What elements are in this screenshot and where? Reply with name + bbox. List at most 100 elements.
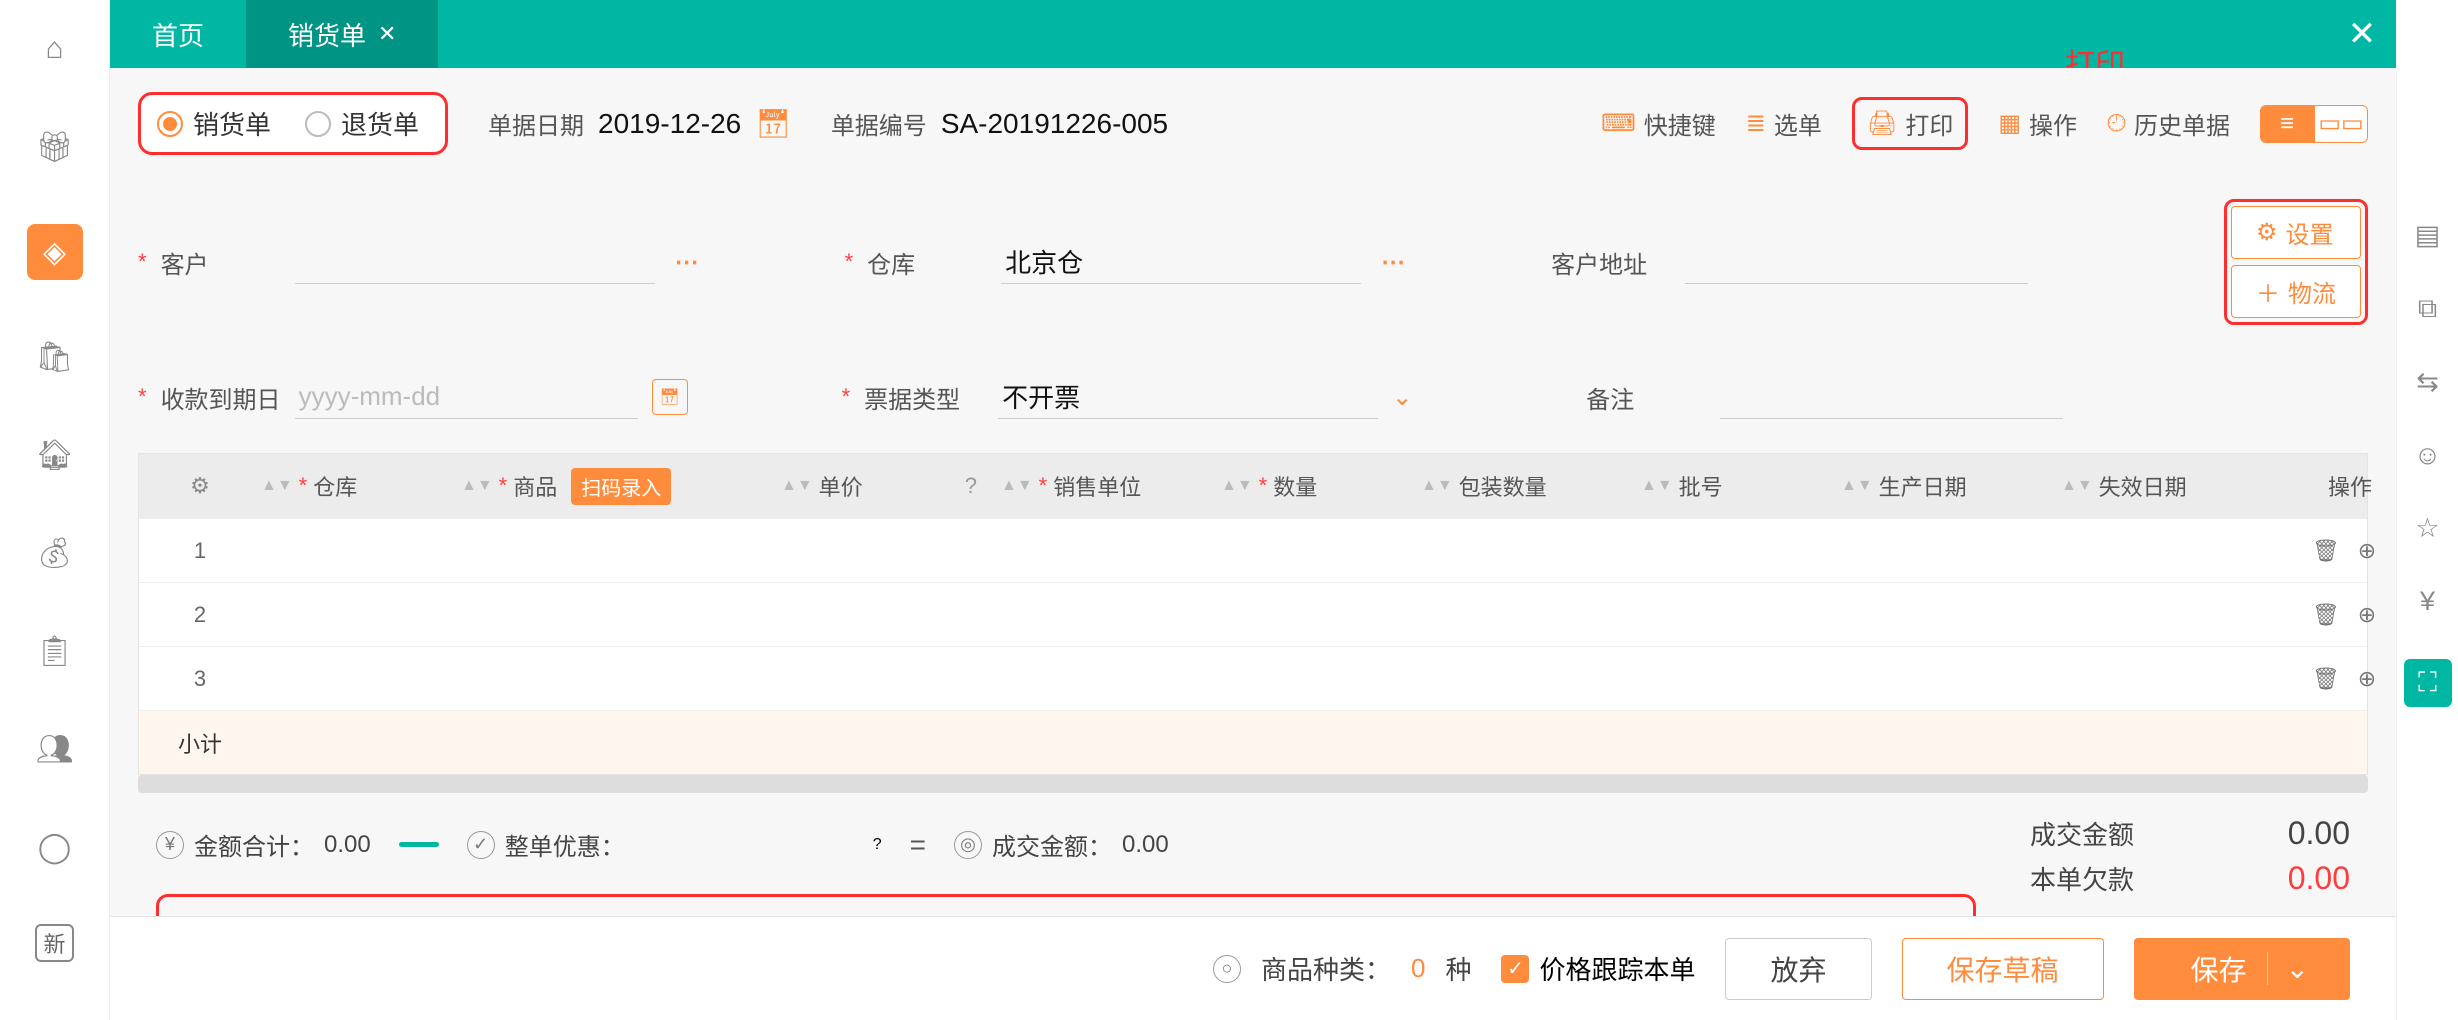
warehouse-lookup-icon[interactable]: ⋯	[1375, 248, 1407, 277]
trash-icon[interactable]: 🗑︎	[2312, 602, 2340, 628]
col-price[interactable]: ▲▼单价?	[769, 470, 989, 502]
invoice-field: * 票据类型 ⌄	[842, 375, 1413, 419]
price-track-checkbox[interactable]: ✓价格跟踪本单	[1501, 950, 1695, 987]
doc-date-label: 单据日期	[488, 106, 584, 141]
view-list-button[interactable]: ≡	[2260, 105, 2314, 143]
gift-icon[interactable]: 🎁︎	[34, 126, 76, 168]
logistics-button[interactable]: ＋物流	[2231, 265, 2361, 318]
table-row[interactable]: 1🗑︎⊕	[139, 518, 2367, 582]
print-button[interactable]: 🖨︎打印	[1852, 97, 1968, 150]
tab-current[interactable]: 销货单 ✕	[246, 0, 438, 68]
kinds-stat: ○ 商品种类： 0 种	[1213, 950, 1472, 987]
remark-input[interactable]	[1720, 375, 2063, 419]
tab-current-label: 销货单	[288, 16, 366, 53]
radio-sale[interactable]: 销货单	[157, 105, 271, 142]
invoice-select[interactable]	[998, 375, 1378, 419]
calendar-icon[interactable]: 📅︎	[755, 107, 791, 140]
home-icon[interactable]: ⌂	[34, 28, 76, 70]
doc-type-toggle: 销货单 退货单	[138, 92, 448, 155]
subtotal-row: 小计	[139, 710, 2367, 774]
help-icon[interactable]: ?	[873, 836, 882, 854]
checkbox-icon: ✓	[1501, 955, 1529, 983]
history-button[interactable]: 🕘︎历史单据	[2107, 106, 2230, 141]
save-draft-button[interactable]: 保存草稿	[1902, 938, 2104, 1000]
settings-button[interactable]: ⚙设置	[2231, 206, 2361, 259]
table-row[interactable]: 3🗑︎⊕	[139, 646, 2367, 710]
warehouse-field: * 仓库 ⋯	[845, 240, 1408, 284]
operate-button[interactable]: ▦操作	[1998, 106, 2077, 141]
new-badge[interactable]: 新	[35, 924, 73, 962]
col-pack-qty[interactable]: ▲▼包装数量	[1409, 470, 1629, 502]
customer-label: 客户	[161, 245, 281, 280]
address-field: 客户地址	[1551, 240, 2028, 284]
summary-deal-value: 0.00	[2288, 815, 2350, 852]
user-circle-icon[interactable]: ☺	[2414, 440, 2442, 471]
printer-icon: 🖨︎	[1867, 109, 1897, 138]
contacts-icon[interactable]: 👥︎	[34, 728, 76, 770]
save-button[interactable]: 保存⌄	[2134, 938, 2350, 1000]
star-icon[interactable]: ☆	[2415, 513, 2439, 544]
col-exp-date[interactable]: ▲▼失效日期	[2049, 470, 2269, 502]
view-card-button[interactable]: ▭▭	[2314, 105, 2368, 143]
col-unit[interactable]: ▲▼*销售单位	[989, 470, 1209, 502]
info-icon: ○	[1213, 955, 1241, 983]
warehouse-input[interactable]	[1001, 240, 1361, 284]
gear-icon[interactable]: ⚙	[190, 473, 210, 499]
col-op: 操作	[2269, 470, 2419, 502]
add-row-icon[interactable]: ⊕	[2358, 538, 2376, 564]
list-icon: ≣	[1746, 109, 1766, 138]
due-date-input[interactable]	[295, 375, 638, 419]
customer-lookup-icon[interactable]: ⋯	[669, 248, 701, 277]
whole-discount[interactable]: ✓整单优惠：	[467, 827, 625, 862]
col-warehouse[interactable]: ▲▼*仓库	[249, 470, 449, 502]
close-icon[interactable]: ✕	[378, 21, 396, 47]
trash-icon[interactable]: 🗑︎	[2312, 538, 2340, 564]
note-icon[interactable]: ▤	[2415, 220, 2441, 251]
yen-icon[interactable]: ¥	[2420, 586, 2435, 617]
radio-return[interactable]: 退货单	[305, 105, 419, 142]
tab-home[interactable]: 首页	[110, 0, 246, 68]
doc-number: 单据编号 SA-20191226-005	[831, 106, 1168, 141]
chevron-down-icon[interactable]: ⌄	[1392, 383, 1412, 412]
tab-home-label: 首页	[152, 16, 204, 53]
refresh-icon[interactable]: ◯	[34, 826, 76, 868]
history-icon: 🕘︎	[2107, 110, 2126, 138]
calendar-icon[interactable]: 📅︎	[652, 379, 688, 415]
scan-entry-button[interactable]: 扫码录入	[571, 468, 671, 505]
trash-icon[interactable]: 🗑︎	[2312, 666, 2340, 692]
horizontal-scrollbar[interactable]	[138, 775, 2368, 793]
attachment-icon[interactable]: ⧉	[2418, 293, 2437, 325]
customer-input[interactable]	[295, 240, 655, 284]
shortcut-button[interactable]: ⌨快捷键	[1601, 106, 1716, 141]
doc-number-label: 单据编号	[831, 106, 927, 141]
help-icon[interactable]: ?	[965, 473, 977, 499]
pick-button[interactable]: ≣选单	[1746, 106, 1822, 141]
totals-row: ¥金额合计：0.00 ✓整单优惠： ? = ◎成交金额：0.00 成交金额0.0…	[110, 793, 2396, 862]
doc-date-value[interactable]: 2019-12-26	[598, 108, 741, 140]
add-row-icon[interactable]: ⊕	[2358, 602, 2376, 628]
clipboard-icon[interactable]: 📋︎	[34, 630, 76, 672]
window-close-icon[interactable]: ✕	[2328, 0, 2396, 68]
table-header: ⚙ ▲▼*仓库 ▲▼*商品扫码录入 ▲▼单价? ▲▼*销售单位 ▲▼*数量 ▲▼…	[139, 454, 2367, 518]
table-row[interactable]: 2🗑︎⊕	[139, 582, 2367, 646]
warehouse-icon[interactable]: 🏠︎	[34, 434, 76, 476]
discard-button[interactable]: 放弃	[1725, 938, 1871, 1000]
address-input[interactable]	[1685, 240, 2028, 284]
due-date-field: * 收款到期日 📅︎	[138, 375, 688, 419]
col-prod-date[interactable]: ▲▼生产日期	[1829, 470, 2049, 502]
money-bag-icon[interactable]: 💰︎	[34, 532, 76, 574]
add-row-icon[interactable]: ⊕	[2358, 666, 2376, 692]
plus-icon: ＋	[2256, 274, 2280, 309]
col-batch[interactable]: ▲▼批号	[1629, 470, 1829, 502]
currency-convert-icon[interactable]: ⇆	[2416, 367, 2439, 398]
sales-icon[interactable]: ◈	[27, 224, 83, 280]
col-product[interactable]: ▲▼*商品扫码录入	[449, 468, 769, 505]
remark-field: 备注	[1586, 375, 2063, 419]
doc-number-value: SA-20191226-005	[941, 108, 1168, 140]
chevron-down-icon[interactable]: ⌄	[2267, 952, 2309, 985]
warehouse-label: 仓库	[867, 245, 987, 280]
toolbar: ⌨快捷键 ≣选单 🖨︎打印 ▦操作 🕘︎历史单据 ≡ ▭▭	[1601, 97, 2368, 150]
bag-icon[interactable]: 🛍︎	[34, 336, 76, 378]
main-content: 销货单 退货单 单据日期 2019-12-26 📅︎ 单据编号 SA-20191…	[110, 68, 2396, 1020]
col-qty[interactable]: ▲▼*数量	[1209, 470, 1409, 502]
